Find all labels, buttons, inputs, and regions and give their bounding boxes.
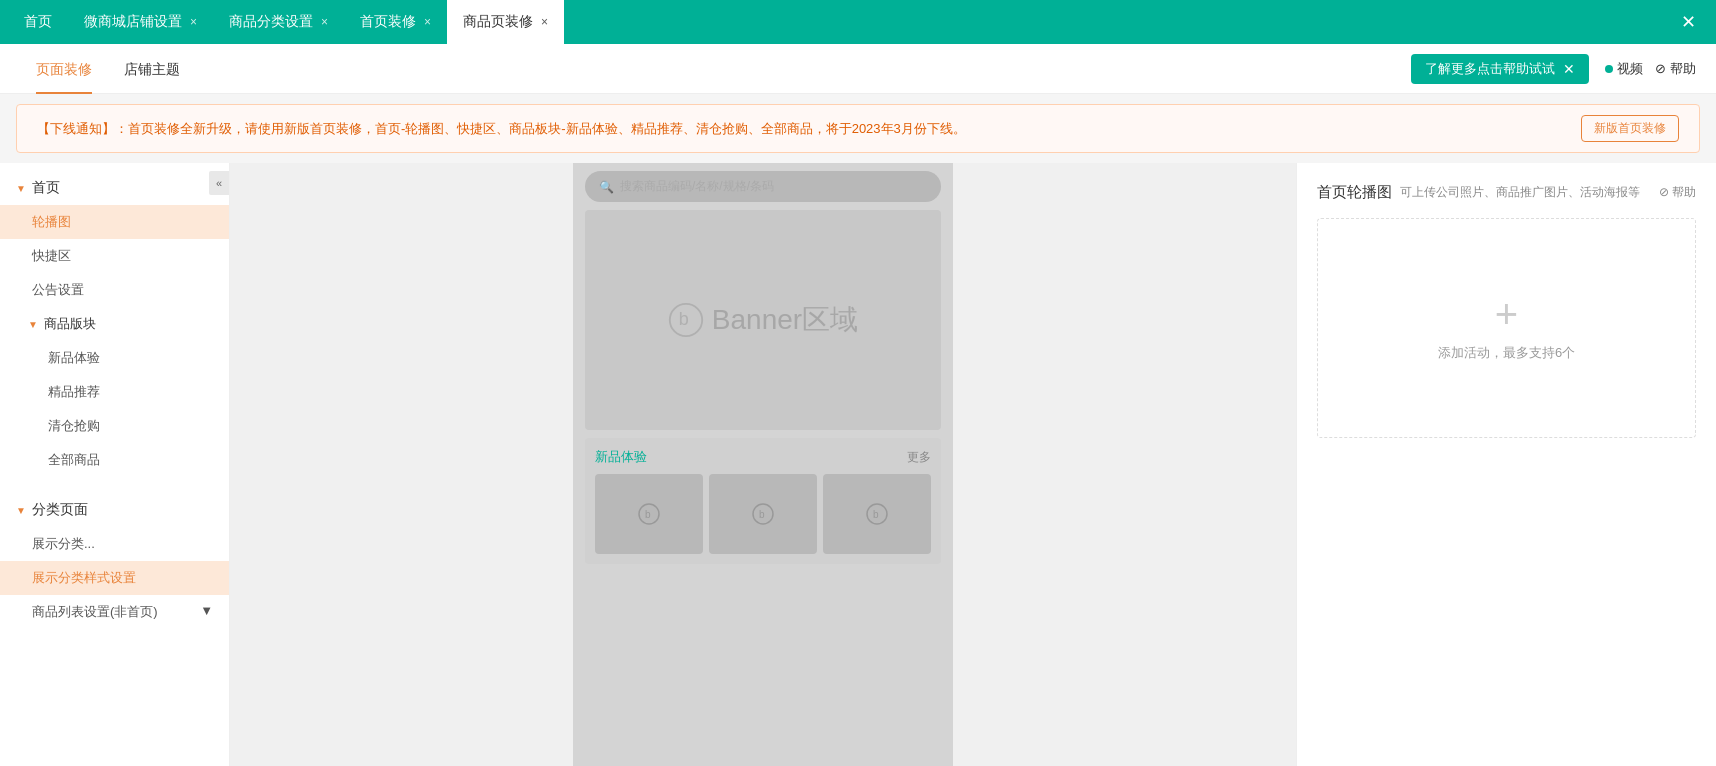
- sidebar-item-category-style[interactable]: 展示分类样式设置: [0, 561, 229, 595]
- item-logo-1: b: [637, 502, 661, 526]
- sidebar-group-category[interactable]: ▼ 分类页面: [0, 493, 229, 527]
- section-item-1: b: [595, 474, 703, 554]
- banner-logo-icon: b: [668, 302, 704, 338]
- right-panel-header: 首页轮播图 可上传公司照片、商品推广图片、活动海报等 ⊘ 帮助: [1317, 183, 1696, 202]
- sub-nav: 页面装修 店铺主题 了解更多点击帮助试试 ✕ 视频 ⊘ 帮助: [0, 44, 1716, 94]
- right-panel-title-area: 首页轮播图 可上传公司照片、商品推广图片、活动海报等: [1317, 183, 1640, 202]
- svg-text:b: b: [679, 309, 689, 329]
- sidebar-subgroup-product-block[interactable]: ▼ 商品版块: [0, 307, 229, 341]
- sidebar-item-product-list[interactable]: 商品列表设置(非首页) ▼: [0, 595, 229, 629]
- notice-text: 【下线通知】：首页装修全新升级，请使用新版首页装修，首页-轮播图、快捷区、商品板…: [37, 120, 1571, 138]
- sidebar-item-featured[interactable]: 精品推荐: [0, 375, 229, 409]
- help-banner-text: 了解更多点击帮助试试: [1425, 60, 1555, 78]
- sidebar-item-new-experience[interactable]: 新品体验: [0, 341, 229, 375]
- phone-search-bar[interactable]: 🔍 搜索商品编码/名称/规格/条码: [585, 171, 941, 202]
- preview-area: 🔍 搜索商品编码/名称/规格/条码 b Banner区域 新品体验 更多: [230, 163, 1296, 766]
- banner-text: Banner区域: [712, 301, 858, 339]
- help-banner[interactable]: 了解更多点击帮助试试 ✕: [1411, 54, 1589, 84]
- sidebar-item-banner[interactable]: 轮播图: [0, 205, 229, 239]
- help-banner-close[interactable]: ✕: [1563, 61, 1575, 77]
- section-title: 新品体验: [595, 448, 647, 466]
- tab-store-settings[interactable]: 微商城店铺设置 ×: [68, 0, 213, 44]
- tab-category-settings[interactable]: 商品分类设置 ×: [213, 0, 344, 44]
- svg-text:b: b: [873, 509, 879, 520]
- sidebar-item-notice[interactable]: 公告设置: [0, 273, 229, 307]
- help-link[interactable]: ⊘ 帮助: [1655, 60, 1696, 78]
- add-banner-label: 添加活动，最多支持6个: [1438, 344, 1575, 362]
- tab-page-decoration[interactable]: 页面装修: [20, 44, 108, 94]
- video-dot: [1605, 65, 1613, 73]
- section-more: 更多: [907, 449, 931, 466]
- phone-section-new: 新品体验 更多 b b: [585, 438, 941, 564]
- svg-text:b: b: [759, 509, 765, 520]
- sidebar: « ▼ 首页 轮播图 快捷区 公告设置 ▼ 商品版块 新品体验: [0, 163, 230, 766]
- phone-banner-area: b Banner区域: [585, 210, 941, 430]
- sidebar-item-clearance[interactable]: 清仓抢购: [0, 409, 229, 443]
- close-tab-home-decoration[interactable]: ×: [424, 15, 431, 29]
- search-icon: 🔍: [599, 180, 614, 194]
- category-group-arrow: ▼: [16, 505, 26, 516]
- add-plus-icon: +: [1495, 294, 1518, 334]
- sidebar-item-show-category[interactable]: 展示分类...: [0, 527, 229, 561]
- tab-home-decoration[interactable]: 首页装修 ×: [344, 0, 447, 44]
- right-panel-help-button[interactable]: ⊘ 帮助: [1659, 184, 1696, 201]
- product-block-arrow: ▼: [28, 319, 38, 330]
- sidebar-section-home: ▼ 首页 轮播图 快捷区 公告设置 ▼ 商品版块 新品体验 精品推荐: [0, 163, 229, 485]
- product-list-expand-icon: ▼: [200, 603, 213, 618]
- svg-text:b: b: [645, 509, 651, 520]
- close-tab-category-settings[interactable]: ×: [321, 15, 328, 29]
- close-tab-product-decoration[interactable]: ×: [541, 15, 548, 29]
- right-panel-desc: 可上传公司照片、商品推广图片、活动海报等: [1400, 184, 1640, 201]
- section-grid: b b b: [595, 474, 931, 554]
- new-decoration-button[interactable]: 新版首页装修: [1581, 115, 1679, 142]
- banner-watermark: b Banner区域: [668, 301, 858, 339]
- tab-home[interactable]: 首页: [8, 0, 68, 44]
- section-item-3: b: [823, 474, 931, 554]
- main-layout: « ▼ 首页 轮播图 快捷区 公告设置 ▼ 商品版块 新品体验: [0, 163, 1716, 766]
- add-banner-button[interactable]: + 添加活动，最多支持6个: [1317, 218, 1696, 438]
- sidebar-item-shortcut[interactable]: 快捷区: [0, 239, 229, 273]
- section-item-2: b: [709, 474, 817, 554]
- close-tab-store-settings[interactable]: ×: [190, 15, 197, 29]
- sidebar-collapse-button[interactable]: «: [209, 171, 229, 195]
- phone-mockup: 🔍 搜索商品编码/名称/规格/条码 b Banner区域 新品体验 更多: [573, 163, 953, 766]
- home-group-arrow: ▼: [16, 183, 26, 194]
- close-all-tabs[interactable]: ✕: [1669, 11, 1708, 33]
- video-link[interactable]: 视频: [1605, 60, 1643, 78]
- search-placeholder: 搜索商品编码/名称/规格/条码: [620, 178, 774, 195]
- item-logo-3: b: [865, 502, 889, 526]
- right-panel: 首页轮播图 可上传公司照片、商品推广图片、活动海报等 ⊘ 帮助 + 添加活动，最…: [1296, 163, 1716, 766]
- notice-bar: 【下线通知】：首页装修全新升级，请使用新版首页装修，首页-轮播图、快捷区、商品板…: [16, 104, 1700, 153]
- right-panel-title: 首页轮播图: [1317, 183, 1392, 202]
- phone-section-header: 新品体验 更多: [595, 448, 931, 466]
- sidebar-group-home[interactable]: ▼ 首页: [0, 171, 229, 205]
- tab-bar: 首页 微商城店铺设置 × 商品分类设置 × 首页装修 × 商品页装修 × ✕: [0, 0, 1716, 44]
- tab-store-theme[interactable]: 店铺主题: [108, 44, 196, 94]
- tab-product-decoration[interactable]: 商品页装修 ×: [447, 0, 564, 44]
- sidebar-section-category: ▼ 分类页面 展示分类... 展示分类样式设置 商品列表设置(非首页) ▼: [0, 485, 229, 637]
- sidebar-item-all-products[interactable]: 全部商品: [0, 443, 229, 477]
- item-logo-2: b: [751, 502, 775, 526]
